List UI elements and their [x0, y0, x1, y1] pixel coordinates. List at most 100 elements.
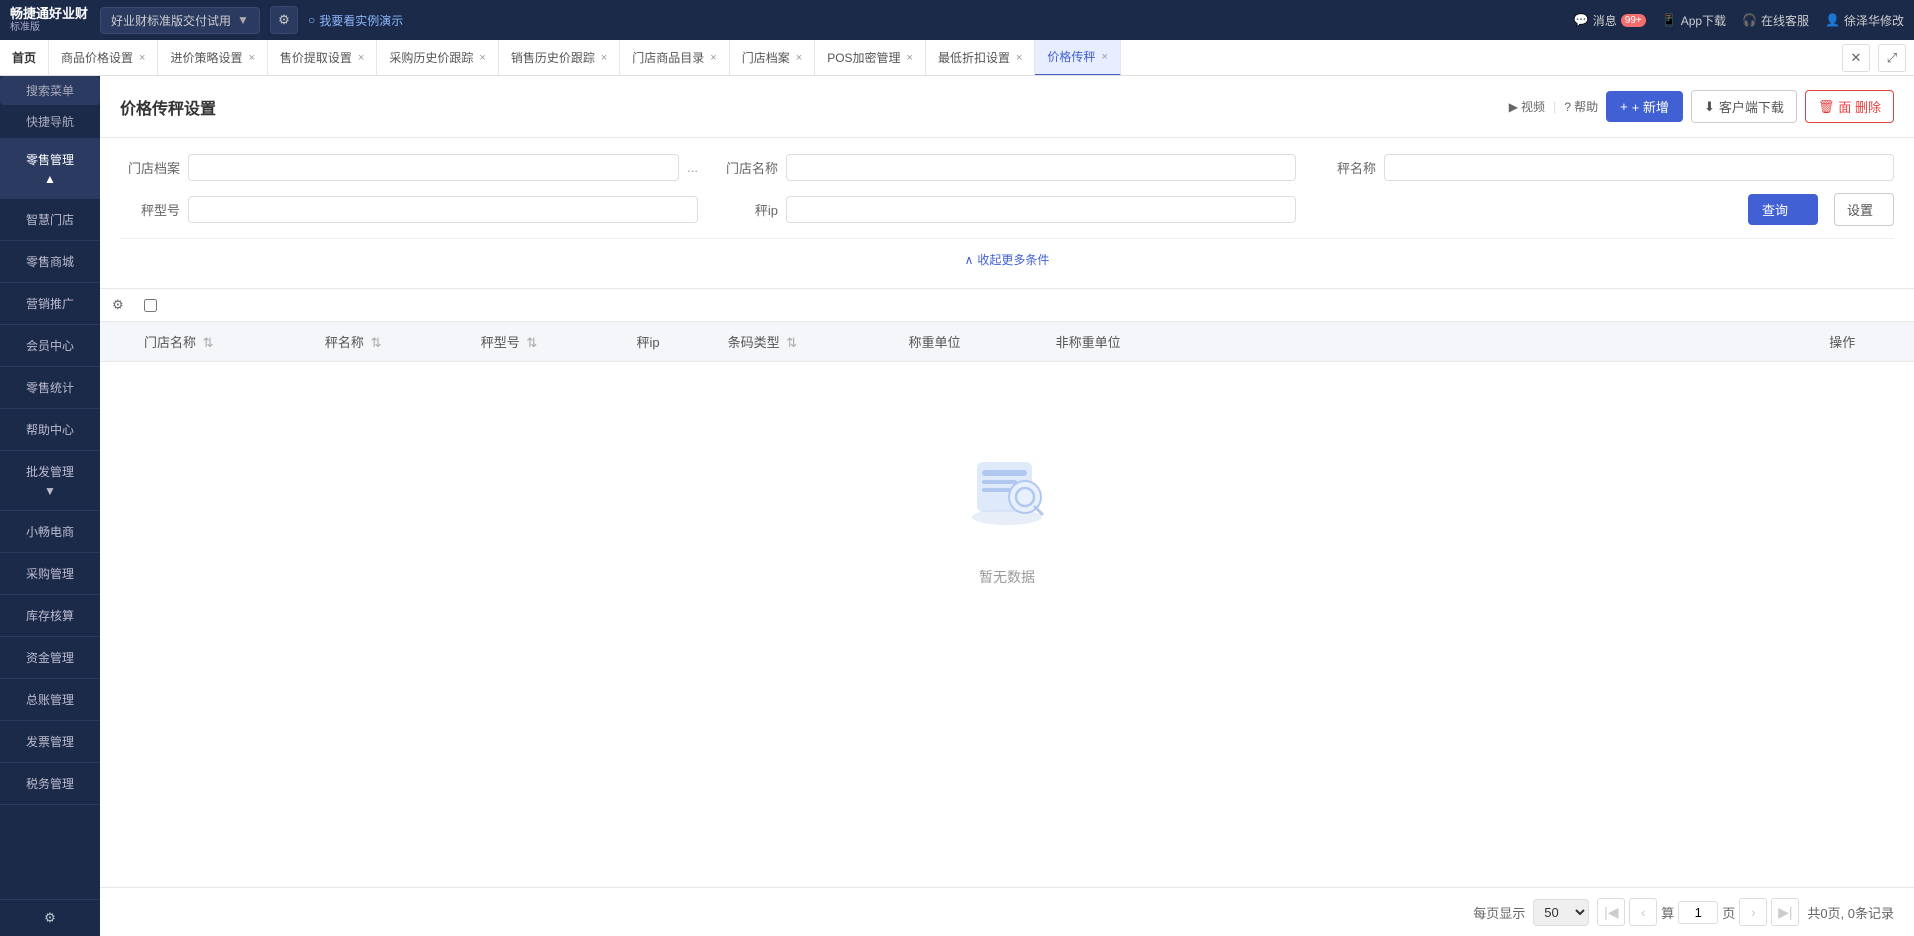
sidebar-label: 小畅电商: [26, 523, 74, 540]
video-icon: ▶: [1509, 100, 1518, 114]
close-icon[interactable]: ×: [479, 52, 485, 64]
scale-model-input[interactable]: [188, 196, 698, 223]
app-download-button[interactable]: 📱 App下载: [1662, 12, 1726, 29]
tab-home[interactable]: 首页: [0, 40, 49, 76]
close-icon[interactable]: ×: [1101, 51, 1107, 63]
prev-page-button[interactable]: ‹: [1629, 898, 1657, 926]
version-settings-button[interactable]: ⚙: [270, 6, 298, 34]
tab-goods-price[interactable]: 商品价格设置 ×: [49, 40, 158, 76]
collapse-filter-button[interactable]: ∧ 收起更多条件: [120, 247, 1894, 272]
last-page-button[interactable]: ▶|: [1771, 898, 1799, 926]
close-icon[interactable]: ×: [796, 52, 802, 64]
page-suffix-label: 页: [1722, 903, 1735, 922]
top-right-area: 💬 消息 99+ 📱 App下载 🎧 在线客服 👤 徐泽华修改: [1574, 12, 1904, 29]
quick-nav-button[interactable]: 快捷导航: [0, 105, 100, 139]
per-page-select[interactable]: 50 10 20 100: [1533, 899, 1589, 926]
sidebar-item-finance[interactable]: 资金管理: [0, 637, 100, 679]
sidebar-item-member[interactable]: 会员中心: [0, 325, 100, 367]
sidebar-settings-button[interactable]: ⚙: [0, 899, 100, 936]
query-button[interactable]: 查询: [1748, 194, 1818, 225]
sort-icon[interactable]: ⇅: [371, 335, 382, 350]
tab-price-scale[interactable]: 价格传秤 ×: [1035, 40, 1120, 76]
sidebar-item-help[interactable]: 帮助中心: [0, 409, 100, 451]
tab-purchase-strategy[interactable]: 进价策略设置 ×: [158, 40, 267, 76]
version-selector[interactable]: 好业财标准版交付试用 ▼: [100, 7, 260, 34]
sidebar-item-marketing[interactable]: 营销推广: [0, 283, 100, 325]
sidebar-item-smartshop[interactable]: 智慧门店: [0, 199, 100, 241]
tab-purchase-history[interactable]: 采购历史价跟踪 ×: [377, 40, 498, 76]
tab-sales-history[interactable]: 销售历史价跟踪 ×: [499, 40, 620, 76]
sidebar-label: 资金管理: [26, 649, 74, 666]
tab-pos-manage[interactable]: POS加密管理 ×: [815, 40, 926, 76]
delete-button[interactable]: 🗑 面 删除: [1805, 90, 1894, 123]
demo-button[interactable]: ○ 我要看实例演示: [308, 12, 403, 29]
sidebar-item-invoice[interactable]: 发票管理: [0, 721, 100, 763]
download-icon: ⬇: [1704, 99, 1715, 115]
page-prefix-label: 算: [1661, 903, 1674, 922]
online-service-button[interactable]: 🎧 在线客服: [1742, 12, 1809, 29]
sidebar-item-general[interactable]: 总账管理: [0, 679, 100, 721]
sidebar-item-retail[interactable]: 零售管理 ▲: [0, 139, 100, 199]
close-icon[interactable]: ×: [139, 52, 145, 64]
th-barcode-type: 条码类型 ⇅: [716, 322, 897, 362]
sidebar-item-inventory[interactable]: 库存核算: [0, 595, 100, 637]
user-name: 徐泽华修改: [1844, 12, 1904, 29]
close-icon[interactable]: ×: [710, 52, 716, 64]
help-icon: ?: [1564, 100, 1571, 114]
download-button[interactable]: ⬇ 客户端下载: [1691, 90, 1797, 123]
message-badge: 99+: [1621, 14, 1646, 27]
video-link[interactable]: ▶ 视频: [1509, 98, 1545, 115]
tab-min-discount[interactable]: 最低折扣设置 ×: [926, 40, 1035, 76]
scale-name-label: 秤名称: [1316, 158, 1376, 177]
sidebar-item-tax[interactable]: 税务管理: [0, 763, 100, 805]
sidebar-label: 税务管理: [26, 775, 74, 792]
tab-store-file[interactable]: 门店档案 ×: [730, 40, 815, 76]
search-menu-button[interactable]: 搜索菜单: [0, 76, 100, 105]
th-scale-ip: 秤ip: [624, 322, 715, 362]
sidebar-item-retail-mall[interactable]: 零售商城: [0, 241, 100, 283]
next-page-button[interactable]: ›: [1739, 898, 1767, 926]
user-menu-button[interactable]: 👤 徐泽华修改: [1825, 12, 1904, 29]
store-name-input[interactable]: [786, 154, 1296, 181]
tab-selling-price[interactable]: 售价提取设置 ×: [268, 40, 377, 76]
sort-icon[interactable]: ⇅: [203, 335, 214, 350]
tab-store-catalog[interactable]: 门店商品目录 ×: [620, 40, 729, 76]
sidebar-label: 零售商城: [26, 253, 74, 270]
sidebar-item-xiaochang[interactable]: 小畅电商: [0, 511, 100, 553]
sidebar-item-retail-stat[interactable]: 零售统计: [0, 367, 100, 409]
headset-icon: 🎧: [1742, 13, 1757, 27]
th-scale-name: 秤名称 ⇅: [313, 322, 469, 362]
scale-name-input[interactable]: [1384, 154, 1894, 181]
sort-icon[interactable]: ⇅: [526, 335, 537, 350]
page-number-input[interactable]: [1678, 901, 1718, 924]
scale-ip-input[interactable]: [786, 196, 1296, 223]
download-icon: 📱: [1662, 13, 1677, 27]
first-page-button[interactable]: |◀: [1597, 898, 1625, 926]
close-tab-button[interactable]: ✕: [1842, 44, 1870, 72]
settings-filter-button[interactable]: 设置: [1834, 193, 1894, 226]
add-icon: +: [1620, 99, 1628, 114]
per-page-label: 每页显示: [1473, 903, 1525, 922]
message-button[interactable]: 💬 消息 99+: [1574, 12, 1646, 29]
select-all-checkbox[interactable]: [144, 299, 157, 312]
expand-tab-button[interactable]: ⤢: [1878, 44, 1906, 72]
sidebar-item-wholesale[interactable]: 批发管理 ▼: [0, 451, 100, 511]
close-icon[interactable]: ×: [907, 52, 913, 64]
add-button[interactable]: + + 新增: [1606, 91, 1683, 122]
page-input-group: 算 页: [1661, 901, 1735, 924]
filter-scale-ip: 秤ip: [718, 196, 1296, 223]
sidebar-item-purchase[interactable]: 采购管理: [0, 553, 100, 595]
play-icon: ○: [308, 13, 315, 27]
help-link[interactable]: ? 帮助: [1564, 98, 1598, 115]
sort-icon[interactable]: ⇅: [786, 335, 797, 350]
store-file-dots-button[interactable]: ...: [687, 160, 698, 175]
store-file-input[interactable]: [188, 154, 679, 181]
close-icon[interactable]: ×: [1016, 52, 1022, 64]
close-icon[interactable]: ×: [248, 52, 254, 64]
close-icon[interactable]: ×: [358, 52, 364, 64]
close-icon[interactable]: ×: [601, 52, 607, 64]
arrow-icon: ▼: [44, 484, 56, 498]
table-settings-icon[interactable]: ⚙: [112, 297, 124, 313]
app-subtitle: 标准版: [10, 22, 90, 34]
app-logo: 畅捷通好业财 标准版: [10, 6, 90, 34]
